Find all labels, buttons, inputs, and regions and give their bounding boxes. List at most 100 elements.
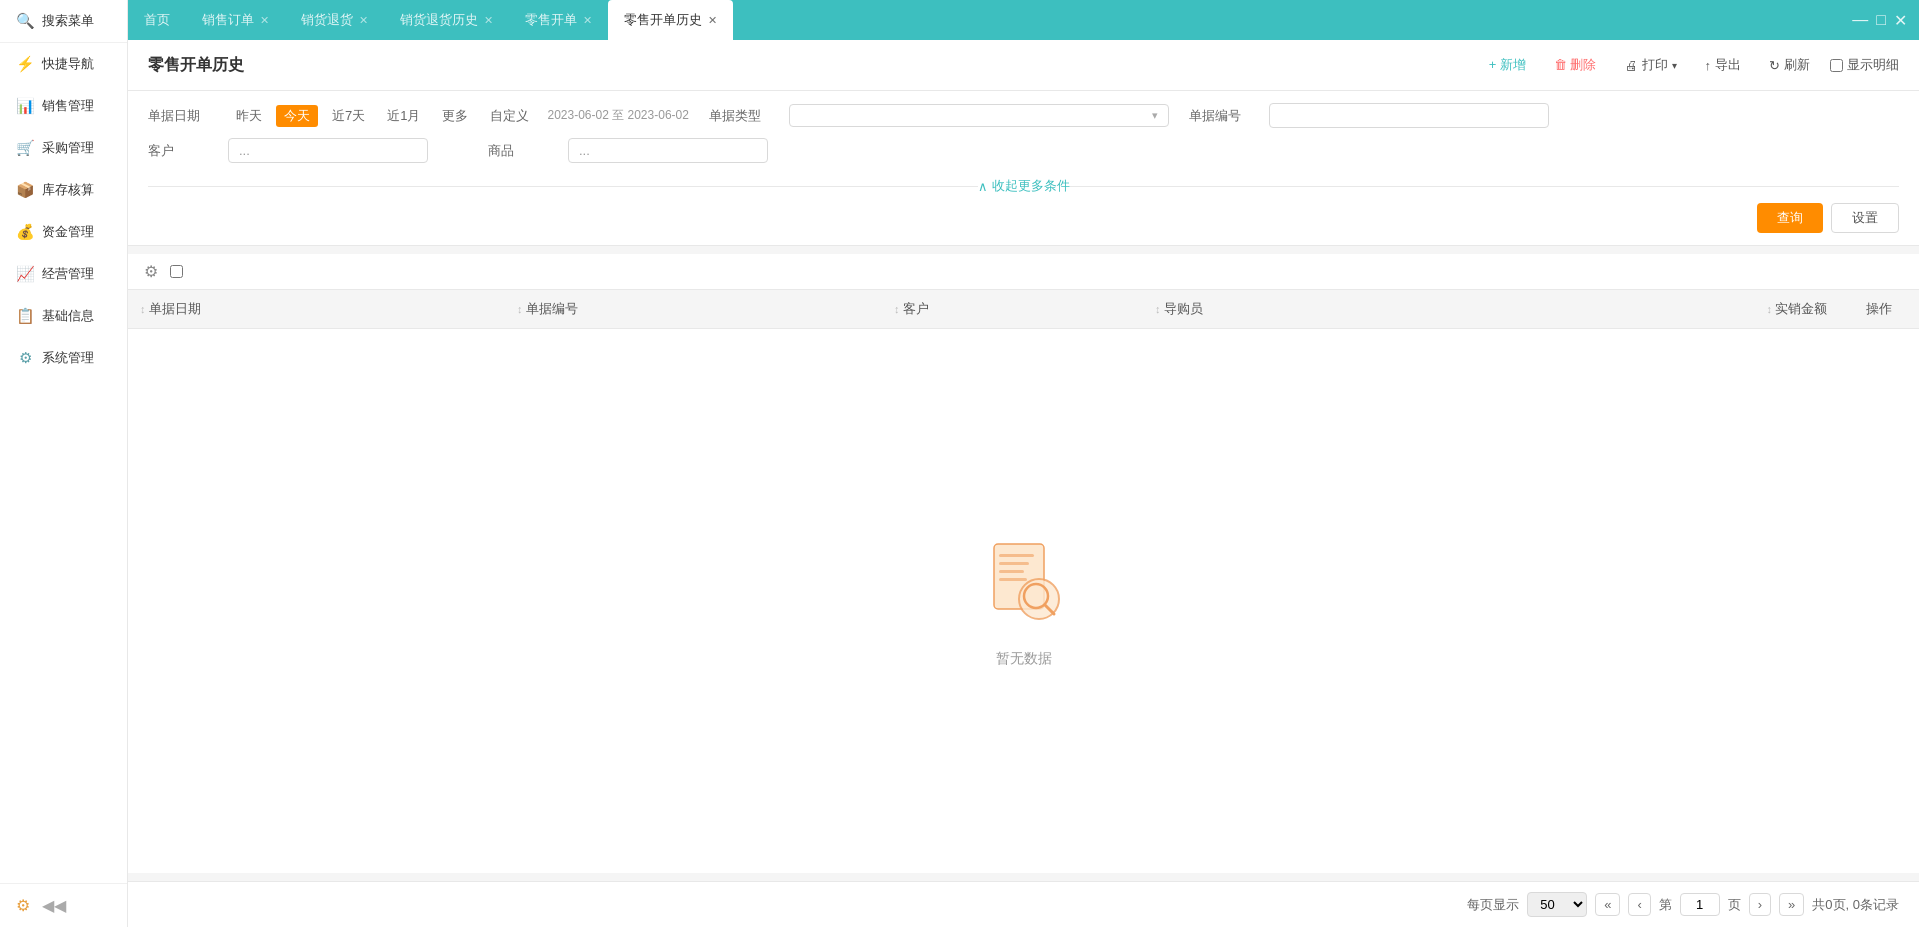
customer-input[interactable]: [228, 138, 428, 163]
tab-sales-return-history[interactable]: 销货退货历史 ✕: [384, 0, 509, 40]
sidebar-search-label: 搜索菜单: [42, 12, 94, 30]
purchase-icon: 🛒: [16, 139, 34, 157]
date-option-1month[interactable]: 近1月: [379, 105, 428, 127]
tab-sales-return-history-close[interactable]: ✕: [484, 14, 493, 27]
date-option-yesterday[interactable]: 昨天: [228, 105, 270, 127]
sidebar-item-quick-nav[interactable]: ⚡ 快捷导航: [0, 43, 127, 85]
th-doc-date[interactable]: 单据日期: [128, 290, 505, 329]
refresh-button[interactable]: ↻ 刷新: [1761, 52, 1818, 78]
tab-home-label: 首页: [144, 11, 170, 29]
show-detail-checkbox[interactable]: 显示明细: [1830, 56, 1899, 74]
th-doc-no[interactable]: 单据编号: [505, 290, 882, 329]
tab-sales-return-history-label: 销货退货历史: [400, 11, 478, 29]
date-option-7days[interactable]: 近7天: [324, 105, 373, 127]
window-maximize-btn[interactable]: □: [1876, 11, 1886, 29]
page-title: 零售开单历史: [148, 55, 244, 76]
doc-type-select[interactable]: ▾: [789, 104, 1169, 127]
tab-sales-order-label: 销售订单: [202, 11, 254, 29]
page-actions: + 新增 🗑 删除 🖨 打印 ▾ ↑ 导出 ↻ 刷新 显示明细: [1481, 52, 1899, 78]
sidebar-item-operations[interactable]: 📈 经营管理: [0, 253, 127, 295]
select-all-checkbox[interactable]: [170, 265, 183, 278]
date-option-custom[interactable]: 自定义: [482, 105, 537, 127]
tab-retail-open[interactable]: 零售开单 ✕: [509, 0, 608, 40]
next-page-btn[interactable]: ›: [1749, 893, 1771, 916]
print-button[interactable]: 🖨 打印 ▾: [1617, 52, 1685, 78]
goods-input[interactable]: [568, 138, 768, 163]
export-label: 导出: [1715, 56, 1741, 74]
date-options: 昨天 今天 近7天 近1月 更多 自定义 2023-06-02 至 2023-0…: [228, 105, 689, 127]
export-button[interactable]: ↑ 导出: [1697, 52, 1750, 78]
tab-sales-order-close[interactable]: ✕: [260, 14, 269, 27]
svg-rect-4: [999, 578, 1027, 581]
sidebar-item-basic-info[interactable]: 📋 基础信息: [0, 295, 127, 337]
svg-rect-1: [999, 554, 1034, 557]
sidebar-item-purchase-mgmt[interactable]: 🛒 采购管理: [0, 127, 127, 169]
doc-type-chevron-icon: ▾: [1152, 109, 1158, 122]
sidebar-item-label: 资金管理: [42, 223, 94, 241]
sidebar-search[interactable]: 🔍 搜索菜单: [0, 0, 127, 43]
empty-text: 暂无数据: [996, 650, 1052, 668]
settings-button[interactable]: 设置: [1831, 203, 1899, 233]
tab-retail-open-label: 零售开单: [525, 11, 577, 29]
tab-retail-open-close[interactable]: ✕: [583, 14, 592, 27]
settings-gear-icon[interactable]: ⚙: [16, 896, 30, 915]
sidebar-item-label: 库存核算: [42, 181, 94, 199]
sidebar-item-label: 基础信息: [42, 307, 94, 325]
date-filter-label: 单据日期: [148, 107, 208, 125]
tab-retail-open-history[interactable]: 零售开单历史 ✕: [608, 0, 733, 40]
collapse-label: 收起更多条件: [992, 177, 1070, 195]
tab-sales-return-close[interactable]: ✕: [359, 14, 368, 27]
doc-no-input[interactable]: [1269, 103, 1549, 128]
finance-icon: 💰: [16, 223, 34, 241]
inventory-icon: 📦: [16, 181, 34, 199]
date-option-more[interactable]: 更多: [434, 105, 476, 127]
basic-info-icon: 📋: [16, 307, 34, 325]
delete-button[interactable]: 🗑 删除: [1546, 52, 1605, 78]
collapse-button[interactable]: ∧ 收起更多条件: [978, 173, 1070, 199]
prev-page-btn[interactable]: ‹: [1628, 893, 1650, 916]
tab-sales-return[interactable]: 销货退货 ✕: [285, 0, 384, 40]
sidebar-item-label: 快捷导航: [42, 55, 94, 73]
total-info: 共0页, 0条记录: [1812, 896, 1899, 914]
sidebar-item-label: 采购管理: [42, 139, 94, 157]
sidebar-item-finance[interactable]: 💰 资金管理: [0, 211, 127, 253]
th-amount[interactable]: 实销金额: [1462, 290, 1839, 329]
last-page-btn[interactable]: »: [1779, 893, 1804, 916]
page-unit: 页: [1728, 896, 1741, 914]
svg-rect-2: [999, 562, 1029, 565]
tab-bar: 首页 销售订单 ✕ 销货退货 ✕ 销货退货历史 ✕ 零售开单 ✕ 零售开单历史 …: [128, 0, 1919, 40]
refresh-label: 刷新: [1784, 56, 1810, 74]
sidebar-item-label: 销售管理: [42, 97, 94, 115]
sidebar-item-system-mgmt[interactable]: ⚙ 系统管理: [0, 337, 127, 379]
sidebar-item-label: 系统管理: [42, 349, 94, 367]
first-page-btn[interactable]: «: [1595, 893, 1620, 916]
sidebar: 🔍 搜索菜单 ⚡ 快捷导航 📊 销售管理 🛒 采购管理 📦 库存核算 💰 资金管…: [0, 0, 128, 927]
tab-retail-open-history-close[interactable]: ✕: [708, 14, 717, 27]
tab-home[interactable]: 首页: [128, 0, 186, 40]
sidebar-item-sales-mgmt[interactable]: 📊 销售管理: [0, 85, 127, 127]
sidebar-item-inventory[interactable]: 📦 库存核算: [0, 169, 127, 211]
svg-rect-3: [999, 570, 1024, 573]
tab-sales-order[interactable]: 销售订单 ✕: [186, 0, 285, 40]
add-button[interactable]: + 新增: [1481, 52, 1534, 78]
current-page-input[interactable]: [1680, 893, 1720, 916]
show-detail-input[interactable]: [1830, 59, 1843, 72]
filter-actions: 查询 设置: [148, 203, 1899, 233]
date-range-display: 2023-06-02 至 2023-06-02: [547, 107, 688, 124]
main-content: 首页 销售订单 ✕ 销货退货 ✕ 销货退货历史 ✕ 零售开单 ✕ 零售开单历史 …: [128, 0, 1919, 927]
window-minimize-btn[interactable]: —: [1852, 11, 1868, 29]
per-page-select[interactable]: 50 10 20 100: [1527, 892, 1587, 917]
sidebar-item-label: 经营管理: [42, 265, 94, 283]
sales-icon: 📊: [16, 97, 34, 115]
date-option-today[interactable]: 今天: [276, 105, 318, 127]
page-label: 第: [1659, 896, 1672, 914]
collapse-sidebar-icon[interactable]: ◀◀: [42, 896, 66, 915]
system-icon: ⚙: [16, 349, 34, 367]
window-close-btn[interactable]: ✕: [1894, 11, 1907, 30]
th-customer[interactable]: 客户: [882, 290, 1143, 329]
tab-retail-open-history-label: 零售开单历史: [624, 11, 702, 29]
th-guide[interactable]: 导购员: [1143, 290, 1462, 329]
empty-state: 暂无数据: [128, 329, 1919, 873]
query-button[interactable]: 查询: [1757, 203, 1823, 233]
table-settings-icon[interactable]: ⚙: [144, 262, 158, 281]
